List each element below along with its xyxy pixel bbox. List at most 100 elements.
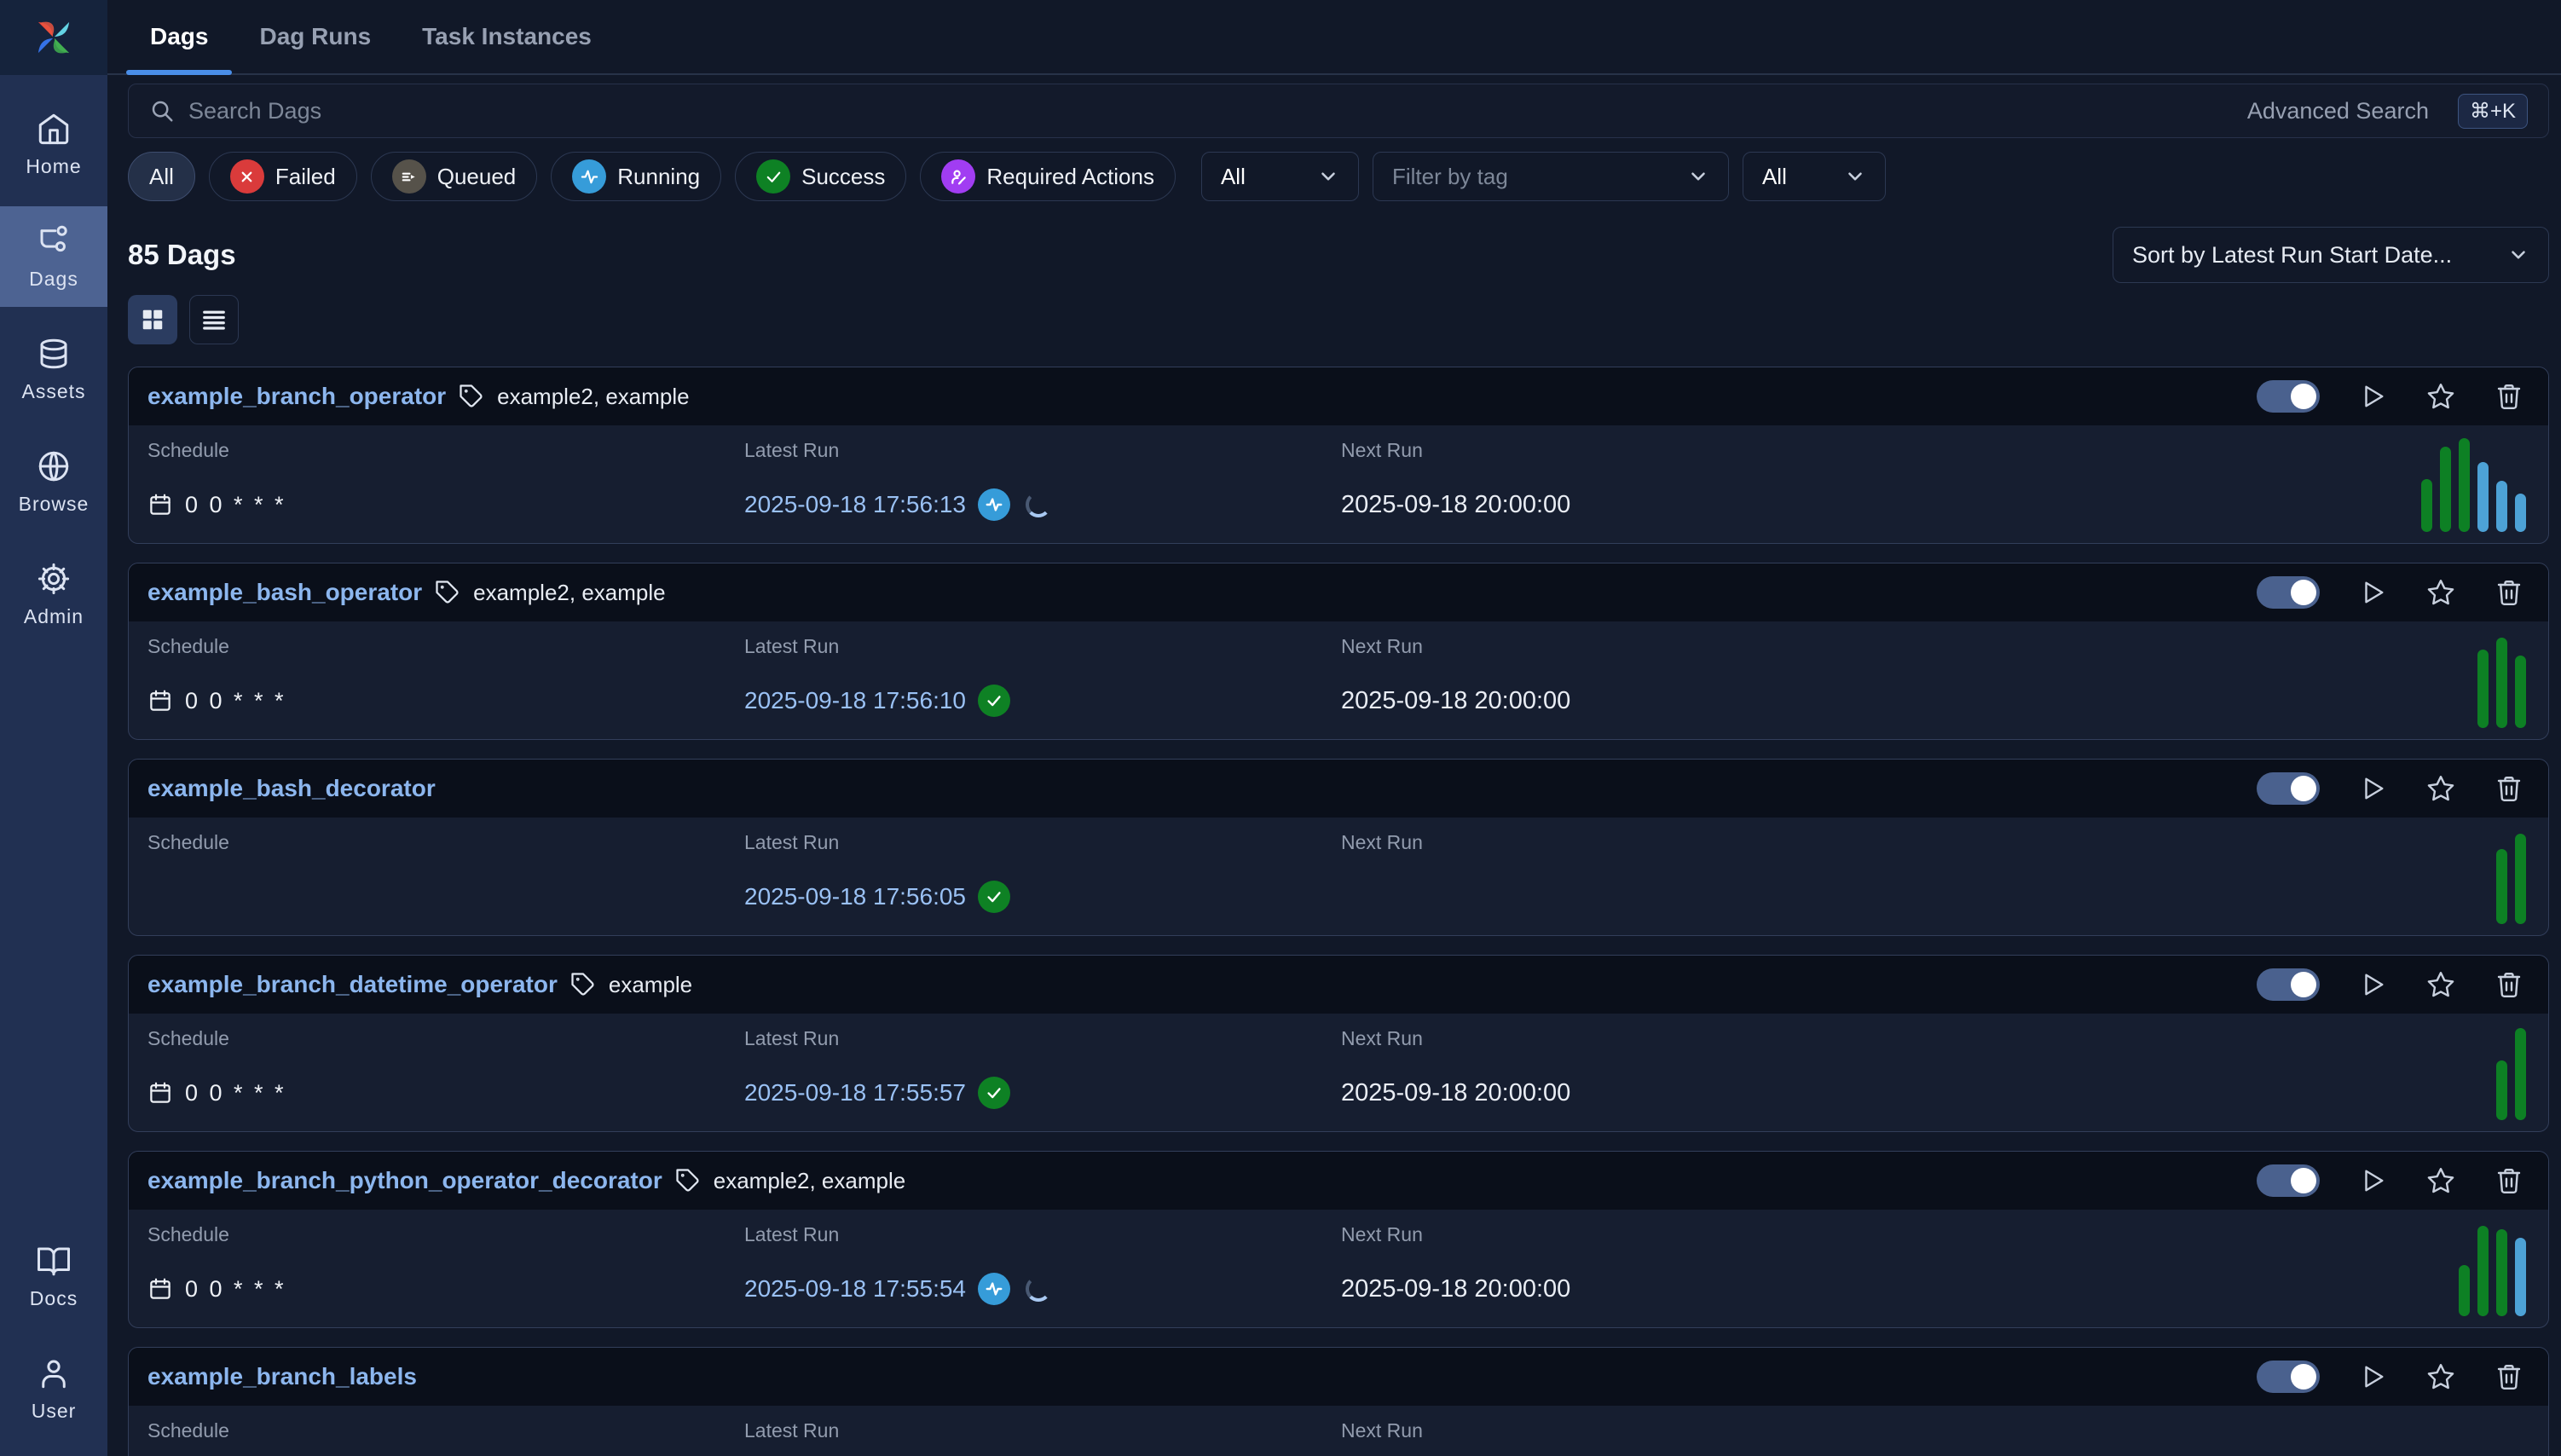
filter-chip-queued[interactable]: Queued xyxy=(371,152,538,201)
schedule-cron: 0 0 * * * xyxy=(185,688,286,714)
dag-name-link[interactable]: example_bash_operator xyxy=(147,579,422,606)
favorite-dag-button[interactable] xyxy=(2425,773,2456,804)
delete-dag-button[interactable] xyxy=(2494,1165,2524,1196)
chip-label: All xyxy=(149,164,174,190)
trigger-dag-button[interactable] xyxy=(2357,773,2388,804)
run-history-bar[interactable] xyxy=(2477,650,2489,728)
paused-filter-select[interactable]: All xyxy=(1201,152,1359,201)
sidebar-item-browse[interactable]: Browse xyxy=(0,431,107,532)
latest-run-link[interactable]: 2025-09-18 17:56:05 xyxy=(744,883,966,910)
favorite-dag-button[interactable] xyxy=(2425,1165,2456,1196)
dag-card-body: Schedule 0 0 * * * Latest Run 2025-09-18… xyxy=(129,1210,2548,1327)
delete-dag-button[interactable] xyxy=(2494,773,2524,804)
run-history-bar[interactable] xyxy=(2496,481,2507,532)
state-filter-select[interactable]: All xyxy=(1743,152,1886,201)
dag-card: example_branch_datetime_operator example xyxy=(128,955,2549,1132)
dag-tags: example2, example xyxy=(473,580,665,606)
tab-dags[interactable]: Dags xyxy=(150,0,208,73)
latest-run-link[interactable]: 2025-09-18 17:55:57 xyxy=(744,1079,966,1106)
favorite-dag-button[interactable] xyxy=(2425,577,2456,608)
filter-chip-running[interactable]: Running xyxy=(551,152,721,201)
dag-pause-toggle[interactable] xyxy=(2257,968,2320,1001)
tab-task-instances[interactable]: Task Instances xyxy=(422,0,592,73)
schedule-cron: 0 0 * * * xyxy=(185,1080,286,1106)
calendar-icon xyxy=(147,688,173,714)
dag-controls xyxy=(2257,576,2524,609)
delete-dag-button[interactable] xyxy=(2494,1361,2524,1392)
trigger-dag-button[interactable] xyxy=(2357,1361,2388,1392)
run-history-bar[interactable] xyxy=(2459,1265,2470,1316)
sidebar-item-user[interactable]: User xyxy=(0,1338,107,1439)
tag-filter-select[interactable]: Filter by tag xyxy=(1373,152,1729,201)
dag-tags: example2, example xyxy=(714,1168,905,1194)
favorite-dag-button[interactable] xyxy=(2425,1361,2456,1392)
run-history-bar[interactable] xyxy=(2496,849,2507,924)
card-view-button[interactable] xyxy=(128,295,177,344)
dag-name-link[interactable]: example_branch_python_operator_decorator xyxy=(147,1167,662,1194)
dag-name-link[interactable]: example_branch_labels xyxy=(147,1363,417,1390)
run-history-bar[interactable] xyxy=(2496,1229,2507,1316)
top-tabbar: Dags Dag Runs Task Instances xyxy=(107,0,2561,75)
dag-pause-toggle[interactable] xyxy=(2257,576,2320,609)
run-history-bar[interactable] xyxy=(2440,447,2451,532)
run-status-icon xyxy=(978,881,1010,913)
trigger-dag-button[interactable] xyxy=(2357,969,2388,1000)
latest-run-link[interactable]: 2025-09-18 17:56:10 xyxy=(744,687,966,714)
filter-chip-failed[interactable]: Failed xyxy=(209,152,357,201)
filter-chip-success[interactable]: Success xyxy=(735,152,906,201)
trash-icon xyxy=(2494,1361,2524,1392)
trigger-dag-button[interactable] xyxy=(2357,1165,2388,1196)
run-history-bar[interactable] xyxy=(2496,638,2507,728)
run-history-bar[interactable] xyxy=(2496,1060,2507,1120)
delete-dag-button[interactable] xyxy=(2494,577,2524,608)
dag-pause-toggle[interactable] xyxy=(2257,1164,2320,1197)
sidebar-nav: Home Dags Assets xyxy=(0,94,107,656)
sidebar-item-dags[interactable]: Dags xyxy=(0,206,107,307)
sidebar-item-assets[interactable]: Assets xyxy=(0,319,107,419)
run-history-bar[interactable] xyxy=(2515,656,2526,728)
run-history-bar[interactable] xyxy=(2477,462,2489,532)
delete-dag-button[interactable] xyxy=(2494,381,2524,412)
filter-chip-required-actions[interactable]: Required Actions xyxy=(920,152,1176,201)
sidebar-item-admin[interactable]: Admin xyxy=(0,544,107,644)
run-history-bar[interactable] xyxy=(2515,1238,2526,1316)
dag-name-link[interactable]: example_branch_datetime_operator xyxy=(147,971,558,998)
calendar-icon xyxy=(147,1080,173,1106)
dag-pause-toggle[interactable] xyxy=(2257,1361,2320,1393)
globe-icon xyxy=(36,448,72,484)
latest-run-link[interactable]: 2025-09-18 17:55:54 xyxy=(744,1275,966,1303)
dag-name-link[interactable]: example_branch_operator xyxy=(147,383,446,410)
dag-pause-toggle[interactable] xyxy=(2257,380,2320,413)
filter-chip-all[interactable]: All xyxy=(128,152,195,201)
filter-row: All Failed Queued xyxy=(128,152,2549,201)
table-view-button[interactable] xyxy=(189,295,239,344)
sidebar-item-docs[interactable]: Docs xyxy=(0,1226,107,1326)
dag-name-link[interactable]: example_bash_decorator xyxy=(147,775,436,802)
run-history-bar[interactable] xyxy=(2515,494,2526,532)
required-actions-icon xyxy=(941,159,975,194)
delete-dag-button[interactable] xyxy=(2494,969,2524,1000)
trigger-dag-button[interactable] xyxy=(2357,381,2388,412)
recent-runs-chart xyxy=(2496,829,2548,924)
trigger-dag-button[interactable] xyxy=(2357,577,2388,608)
favorite-dag-button[interactable] xyxy=(2425,969,2456,1000)
dag-pause-toggle[interactable] xyxy=(2257,772,2320,805)
sidebar-item-home[interactable]: Home xyxy=(0,94,107,194)
recent-runs-chart xyxy=(2459,1221,2548,1316)
run-history-bar[interactable] xyxy=(2477,1226,2489,1316)
latest-run-link[interactable]: 2025-09-18 17:56:13 xyxy=(744,491,966,518)
run-history-bar[interactable] xyxy=(2515,834,2526,924)
run-history-bar[interactable] xyxy=(2515,1028,2526,1120)
sort-select[interactable]: Sort by Latest Run Start Date... xyxy=(2113,227,2549,283)
airflow-logo[interactable] xyxy=(0,0,107,75)
advanced-search-link[interactable]: Advanced Search xyxy=(2247,98,2429,124)
tab-dag-runs[interactable]: Dag Runs xyxy=(259,0,371,73)
schedule-cron: 0 0 * * * xyxy=(185,492,286,518)
toggle-knob xyxy=(2291,1364,2316,1390)
run-history-bar[interactable] xyxy=(2421,479,2432,532)
dag-card-header: example_bash_operator example2, example xyxy=(129,563,2548,621)
search-input[interactable]: Search Dags Advanced Search ⌘+K xyxy=(128,84,2549,138)
run-history-bar[interactable] xyxy=(2459,438,2470,532)
dag-card: example_branch_labels xyxy=(128,1347,2549,1456)
favorite-dag-button[interactable] xyxy=(2425,381,2456,412)
